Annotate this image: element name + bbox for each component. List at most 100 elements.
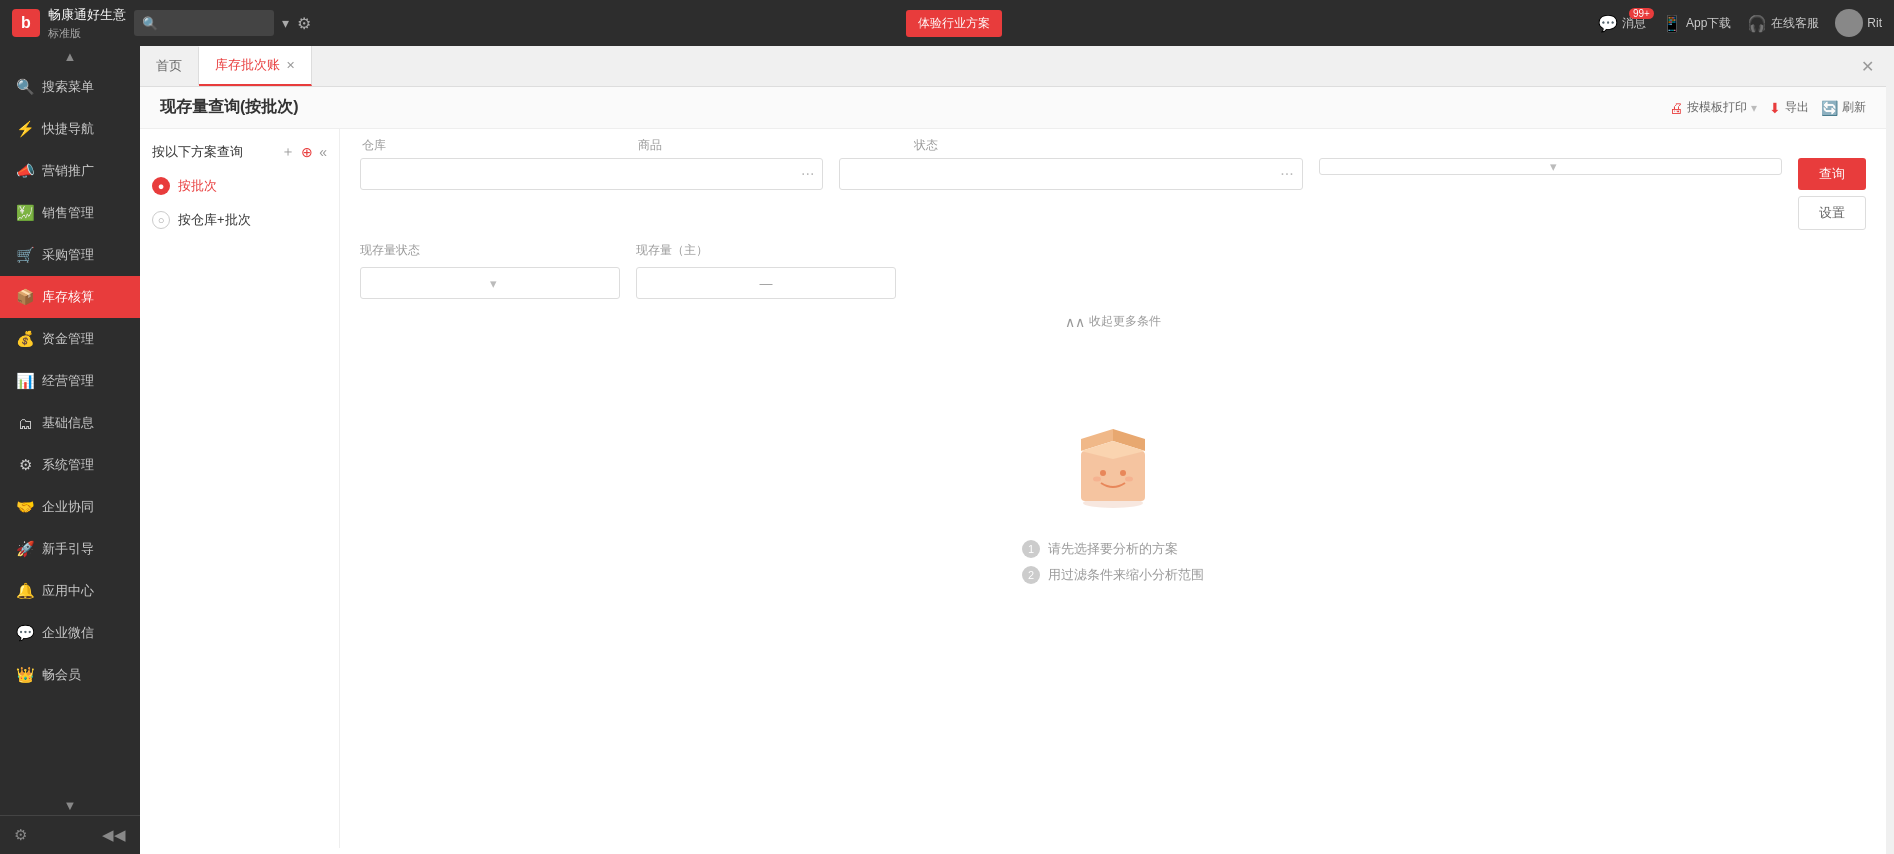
product-dots-icon[interactable]: ··· [1280,165,1293,183]
sidebar-item-label-quick-nav: 快捷导航 [42,120,94,138]
refresh-btn[interactable]: 🔄 刷新 [1821,99,1866,116]
scheme-add-icon[interactable]: ＋ [281,143,295,161]
refresh-label: 刷新 [1842,99,1866,116]
headset-icon: 🎧 [1747,14,1767,33]
scheme-item-label-by-warehouse-batch: 按仓库+批次 [178,211,251,229]
sidebar-item-sales[interactable]: 💹 销售管理 [0,192,140,234]
scheme-collapse-icon[interactable]: « [319,144,327,160]
scheme-panel: 按以下方案查询 ＋ ⊕ « ● 按批次 ○ 按仓库+批次 [140,129,340,848]
collapse-more-label: 收起更多条件 [1089,313,1161,330]
status-arrow-icon: ▾ [1550,159,1773,174]
purchase-icon: 🛒 [16,246,34,264]
sidebar-item-marketing[interactable]: 📣 营销推广 [0,150,140,192]
app-edition: 标准版 [48,26,126,41]
filter-field-stock-qty: 现存量（主） — [636,242,896,299]
status-select-wrap[interactable]: ▾ [1319,158,1782,175]
sidebar-item-system[interactable]: ⚙ 系统管理 [0,444,140,486]
sidebar-item-label-sales: 销售管理 [42,204,94,222]
stock-qty-end[interactable] [777,276,888,291]
sidebar-item-basic-info[interactable]: 🗂 基础信息 [0,402,140,444]
tab-home-label: 首页 [156,57,182,75]
sidebar-item-label-app-center: 应用中心 [42,582,94,600]
stock-status-select[interactable]: ▾ [360,267,620,299]
app-name-block: 畅康通好生意 标准版 [48,6,126,41]
sidebar-item-label-basic-info: 基础信息 [42,414,94,432]
stock-qty-separator: — [760,276,773,291]
scheme-item-by-batch[interactable]: ● 按批次 [140,169,339,203]
sidebar-item-search-menu[interactable]: 🔍 搜索菜单 [0,66,140,108]
messages-item[interactable]: 💬 消息 99+ [1598,14,1646,33]
sidebar-scroll-down[interactable]: ▼ [0,795,140,815]
product-input-wrap[interactable]: ··· [839,158,1302,190]
sidebar-item-label-purchase: 采购管理 [42,246,94,264]
sidebar-item-label-new-guide: 新手引导 [42,540,94,558]
warehouse-input[interactable] [369,167,801,182]
app-download-item[interactable]: 📱 App下载 [1662,14,1731,33]
setup-button[interactable]: 设置 [1798,196,1866,230]
tab-close-icon[interactable]: ✕ [286,59,295,72]
basic-info-icon: 🗂 [16,414,34,432]
sidebar-item-member[interactable]: 👑 畅会员 [0,654,140,696]
sidebar-item-operations[interactable]: 📊 经营管理 [0,360,140,402]
export-btn[interactable]: ⬇ 导出 [1769,99,1809,116]
sidebar-item-finance[interactable]: 💰 资金管理 [0,318,140,360]
stock-qty-label: 现存量（主） [636,242,896,259]
industry-btn[interactable]: 体验行业方案 [906,10,1002,37]
main-layout: ▲ 🔍 搜索菜单 ⚡ 快捷导航 📣 营销推广 💹 销售管理 🛒 采购管理 [0,46,1894,854]
filter-labels-row: 仓库 商品 状态 [360,137,1866,154]
sidebar-item-app-center[interactable]: 🔔 应用中心 [0,570,140,612]
inventory-icon: 📦 [16,288,34,306]
search-input[interactable] [162,16,266,30]
filter-field-warehouse: ··· [360,158,823,190]
stock-qty-start[interactable] [645,276,756,291]
scheme-panel-header: 按以下方案查询 ＋ ⊕ « [140,139,339,169]
filter-layout: 按以下方案查询 ＋ ⊕ « ● 按批次 ○ 按仓库+批次 [140,129,1886,848]
sidebar-scroll-up[interactable]: ▲ [0,46,140,66]
warehouse-input-wrap[interactable]: ··· [360,158,823,190]
refresh-icon: 🔄 [1821,100,1838,116]
topbar-settings-icon[interactable]: ⚙ [297,14,311,33]
collapse-more-btn[interactable]: ∧∧ 收起更多条件 [360,307,1866,336]
topbar: b 畅康通好生意 标准版 🔍 ▾ ⚙ 体验行业方案 💬 消息 99+ 📱 App… [0,0,1894,46]
app-center-icon: 🔔 [16,582,34,600]
user-item[interactable]: Rit [1835,9,1882,37]
print-btn[interactable]: 🖨 按模板打印 ▾ [1669,99,1757,116]
online-service-item[interactable]: 🎧 在线客服 [1747,14,1819,33]
search-dropdown-icon[interactable]: ▾ [282,15,289,31]
query-button[interactable]: 查询 [1798,158,1866,190]
warehouse-dots-icon[interactable]: ··· [801,165,814,183]
scheme-settings-icon[interactable]: ⊕ [301,144,313,160]
sidebar-settings-icon[interactable]: ⚙ [14,826,27,844]
empty-icon [1053,416,1173,516]
sidebar-items: 🔍 搜索菜单 ⚡ 快捷导航 📣 营销推广 💹 销售管理 🛒 采购管理 📦 [0,66,140,795]
sidebar-item-label-finance: 资金管理 [42,330,94,348]
export-label: 导出 [1785,99,1809,116]
page-title: 现存量查询(按批次) [160,97,299,118]
sidebar-item-purchase[interactable]: 🛒 采购管理 [0,234,140,276]
enterprise-wechat-icon: 💬 [16,624,34,642]
scheme-item-dot-inactive: ○ [152,211,170,229]
export-icon: ⬇ [1769,100,1781,116]
sidebar-item-enterprise-collab[interactable]: 🤝 企业协同 [0,486,140,528]
sidebar-item-label-member: 畅会员 [42,666,81,684]
sidebar-item-new-guide[interactable]: 🚀 新手引导 [0,528,140,570]
quick-nav-icon: ⚡ [16,120,34,138]
sidebar-item-label-inventory: 库存核算 [42,288,94,306]
product-input[interactable] [848,167,1280,182]
print-dropdown-icon[interactable]: ▾ [1751,101,1757,115]
search-menu-icon: 🔍 [16,78,34,96]
tab-home[interactable]: 首页 [140,47,199,85]
scheme-item-by-warehouse-batch[interactable]: ○ 按仓库+批次 [140,203,339,237]
search-bar[interactable]: 🔍 [134,10,274,36]
sidebar-item-quick-nav[interactable]: ⚡ 快捷导航 [0,108,140,150]
sidebar-item-enterprise-wechat[interactable]: 💬 企业微信 [0,612,140,654]
tab-bar-close-all[interactable]: ✕ [1849,57,1886,76]
tab-inventory-batch[interactable]: 库存批次账 ✕ [199,46,312,86]
stock-qty-range[interactable]: — [636,267,896,299]
sidebar-item-inventory[interactable]: 📦 库存核算 [0,276,140,318]
product-label: 商品 [636,137,896,154]
sidebar-collapse-icon[interactable]: ◀◀ [102,826,126,844]
search-icon: 🔍 [142,16,158,31]
topbar-left: b 畅康通好生意 标准版 🔍 ▾ ⚙ [12,6,311,41]
action-buttons: 查询 设置 [1798,158,1866,230]
